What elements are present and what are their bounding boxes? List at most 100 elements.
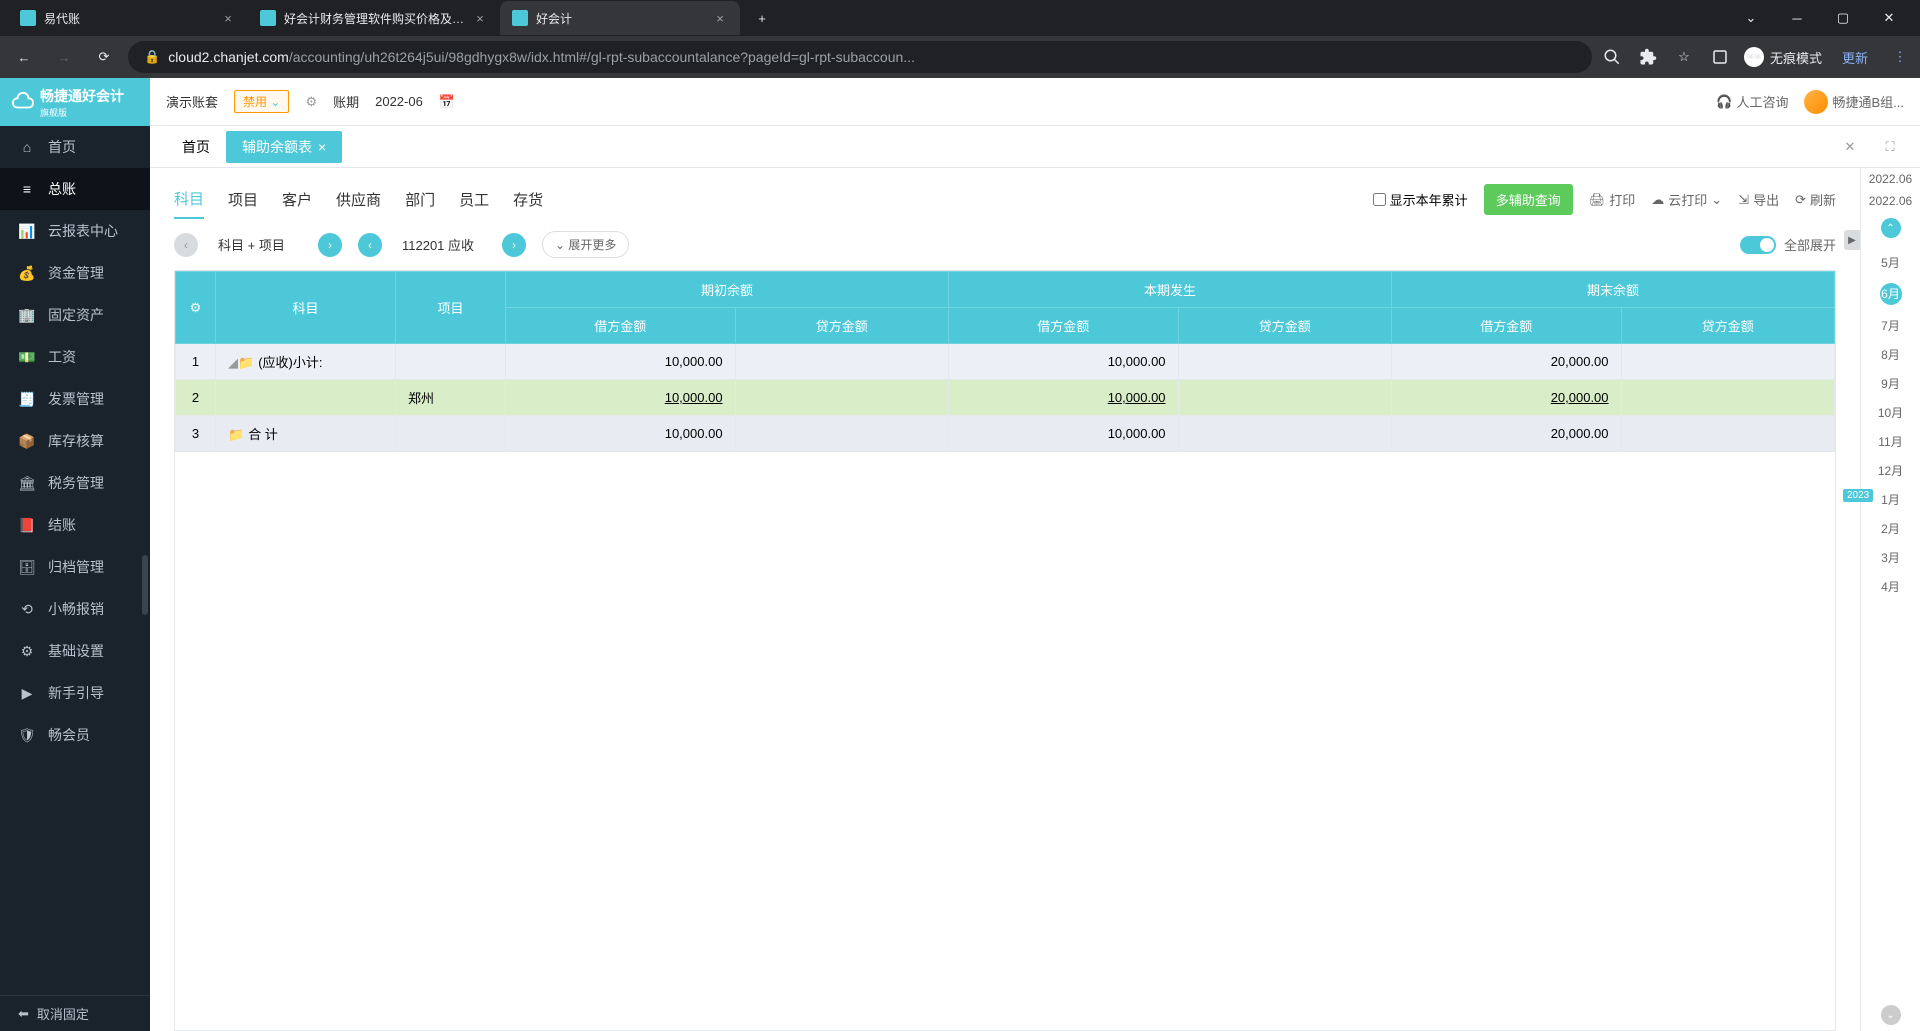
forward-button[interactable]: → [48, 41, 80, 73]
period-month-6[interactable]: 6月 [1861, 277, 1920, 311]
checkbox-input[interactable] [1373, 193, 1386, 206]
period-month-12[interactable]: 12月 [1861, 456, 1920, 485]
period-up-button[interactable]: ⌃ [1861, 212, 1920, 244]
filter-tab-customer[interactable]: 客户 [282, 181, 312, 218]
period-month-11[interactable]: 11月 [1861, 427, 1920, 456]
chevron-down-icon[interactable]: ⌄ [1728, 0, 1774, 36]
refresh-button[interactable]: ⟳刷新 [1795, 190, 1836, 209]
sidebar-item-stock[interactable]: 📦库存核算 [0, 420, 150, 462]
sidebar-item-home[interactable]: ⌂首页 [0, 126, 150, 168]
sidebar-item-asset[interactable]: 🏢固定资产 [0, 294, 150, 336]
user-menu[interactable]: 畅捷通B组... [1804, 90, 1904, 114]
collapse-icon[interactable]: ◢ [228, 355, 238, 370]
new-tab-button[interactable]: + [748, 4, 776, 32]
fullscreen-icon[interactable]: ⛶ [1876, 133, 1904, 161]
consult-button[interactable]: 🎧 人工咨询 [1716, 92, 1788, 111]
filter-tab-employee[interactable]: 员工 [459, 181, 489, 218]
period-collapse-button[interactable]: ▶ [1844, 230, 1860, 250]
period-month-8[interactable]: 8月 [1861, 340, 1920, 369]
expand-all-toggle[interactable] [1740, 236, 1776, 254]
table-row[interactable]: 2 郑州 10,000.00 10,000.00 20,000.00 [176, 380, 1835, 416]
multi-query-button[interactable]: 多辅助查询 [1484, 184, 1573, 215]
zoom-icon[interactable] [1600, 45, 1624, 69]
browser-tab-2[interactable]: 好会计 × [500, 1, 740, 35]
show-year-checkbox[interactable]: 显示本年累计 [1373, 190, 1468, 209]
table-row[interactable]: 1 ◢📁(应收)小计: 10,000.00 10,000.00 20,000.0… [176, 344, 1835, 380]
cell-cur-c [1178, 344, 1391, 380]
next-subject-button[interactable]: › [318, 233, 342, 257]
sidebar-item-settings[interactable]: ⚙基础设置 [0, 630, 150, 672]
cell-close-d[interactable]: 20,000.00 [1391, 380, 1621, 416]
sidebar-item-promo[interactable]: ⟲小畅报销 [0, 588, 150, 630]
app-logo[interactable]: 畅捷通好会计 旗舰版 [0, 78, 150, 126]
sidebar-item-salary[interactable]: 💵工资 [0, 336, 150, 378]
calendar-icon[interactable]: 📅 [439, 94, 455, 110]
sidebar-item-report[interactable]: 📊云报表中心 [0, 210, 150, 252]
url-bar[interactable]: 🔒 cloud2.chanjet.com/accounting/uh26t264… [128, 41, 1592, 73]
period-start[interactable]: 2022.06 [1861, 168, 1920, 190]
sidebar-item-guide[interactable]: ▶新手引导 [0, 672, 150, 714]
close-icon[interactable]: × [472, 10, 488, 26]
reading-list-icon[interactable] [1708, 45, 1732, 69]
update-button[interactable]: 更新 [1834, 48, 1876, 67]
filter-tab-dept[interactable]: 部门 [405, 181, 435, 218]
page-tab-current[interactable]: 辅助余额表 × [226, 131, 342, 163]
cell-cur-d[interactable]: 10,000.00 [948, 380, 1178, 416]
expand-more-button[interactable]: ⌄ 展开更多 [542, 231, 629, 258]
minimize-button[interactable]: ─ [1774, 0, 1820, 36]
print-button[interactable]: 🖨打印 [1589, 190, 1636, 209]
period-month-7[interactable]: 7月 [1861, 311, 1920, 340]
period-month-10[interactable]: 10月 [1861, 398, 1920, 427]
gear-icon[interactable]: ⚙ [305, 94, 317, 110]
selector-row: ‹ 科目 + 项目 › ‹ 112201 应收 › ⌄ 展开更多 全部展开 [150, 219, 1860, 270]
period-month-5[interactable]: 5月 [1861, 248, 1920, 277]
scrollbar[interactable] [142, 555, 148, 615]
account-text[interactable]: 112201 应收 [382, 235, 502, 254]
close-icon[interactable]: × [220, 10, 236, 26]
sidebar-item-funds[interactable]: 💰资金管理 [0, 252, 150, 294]
sidebar-item-tax[interactable]: 🏛税务管理 [0, 462, 150, 504]
back-button[interactable]: ← [8, 41, 40, 73]
period-down-button[interactable]: ⌄ [1861, 999, 1920, 1031]
prev-subject-button[interactable]: ‹ [174, 233, 198, 257]
bookmark-icon[interactable]: ☆ [1672, 45, 1696, 69]
reload-button[interactable]: ⟳ [88, 41, 120, 73]
subject-text[interactable]: 科目 + 项目 [198, 235, 318, 254]
period-month-9[interactable]: 9月 [1861, 369, 1920, 398]
period-value[interactable]: 2022-06 [375, 94, 423, 109]
page-tab-home[interactable]: 首页 [166, 131, 226, 163]
filter-tab-project[interactable]: 项目 [228, 181, 258, 218]
period-end[interactable]: 2022.06 [1861, 190, 1920, 212]
filter-tab-supplier[interactable]: 供应商 [336, 181, 381, 218]
sidebar-item-ledger[interactable]: ≡总账 [0, 168, 150, 210]
disable-button[interactable]: 禁用 ⌄ [234, 90, 289, 113]
period-month-1[interactable]: 2023 1月 [1861, 485, 1920, 514]
browser-tab-0[interactable]: 易代账 × [8, 1, 248, 35]
sidebar-item-invoice[interactable]: 🧾发票管理 [0, 378, 150, 420]
next-account-button[interactable]: › [502, 233, 526, 257]
period-month-4[interactable]: 4月 [1861, 572, 1920, 601]
account-name[interactable]: 演示账套 [166, 92, 218, 111]
sidebar-item-close[interactable]: 📕结账 [0, 504, 150, 546]
close-all-icon[interactable]: ✕ [1836, 133, 1864, 161]
filter-tab-subject[interactable]: 科目 [174, 180, 204, 219]
filter-tab-inventory[interactable]: 存货 [513, 181, 543, 218]
cloud-print-button[interactable]: ☁云打印⌄ [1651, 190, 1722, 209]
sidebar-item-vip[interactable]: 🛡畅会员 [0, 714, 150, 756]
menu-icon[interactable]: ⋮ [1888, 45, 1912, 69]
extension-icon[interactable] [1636, 45, 1660, 69]
gear-header[interactable]: ⚙ [176, 272, 216, 344]
export-button[interactable]: ⇲导出 [1738, 190, 1779, 209]
cell-opening-d[interactable]: 10,000.00 [506, 380, 736, 416]
sidebar-item-archive[interactable]: 🗄归档管理 [0, 546, 150, 588]
table-row[interactable]: 3 📁合 计 10,000.00 10,000.00 20,000.00 [176, 416, 1835, 452]
prev-account-button[interactable]: ‹ [358, 233, 382, 257]
close-window-button[interactable]: ✕ [1866, 0, 1912, 36]
maximize-button[interactable]: ▢ [1820, 0, 1866, 36]
close-icon[interactable]: × [318, 139, 326, 155]
browser-tab-1[interactable]: 好会计财务管理软件购买价格及… × [248, 1, 500, 35]
sidebar-unpin[interactable]: ⬅ 取消固定 [0, 995, 150, 1031]
close-icon[interactable]: × [712, 10, 728, 26]
period-month-2[interactable]: 2月 [1861, 514, 1920, 543]
period-month-3[interactable]: 3月 [1861, 543, 1920, 572]
